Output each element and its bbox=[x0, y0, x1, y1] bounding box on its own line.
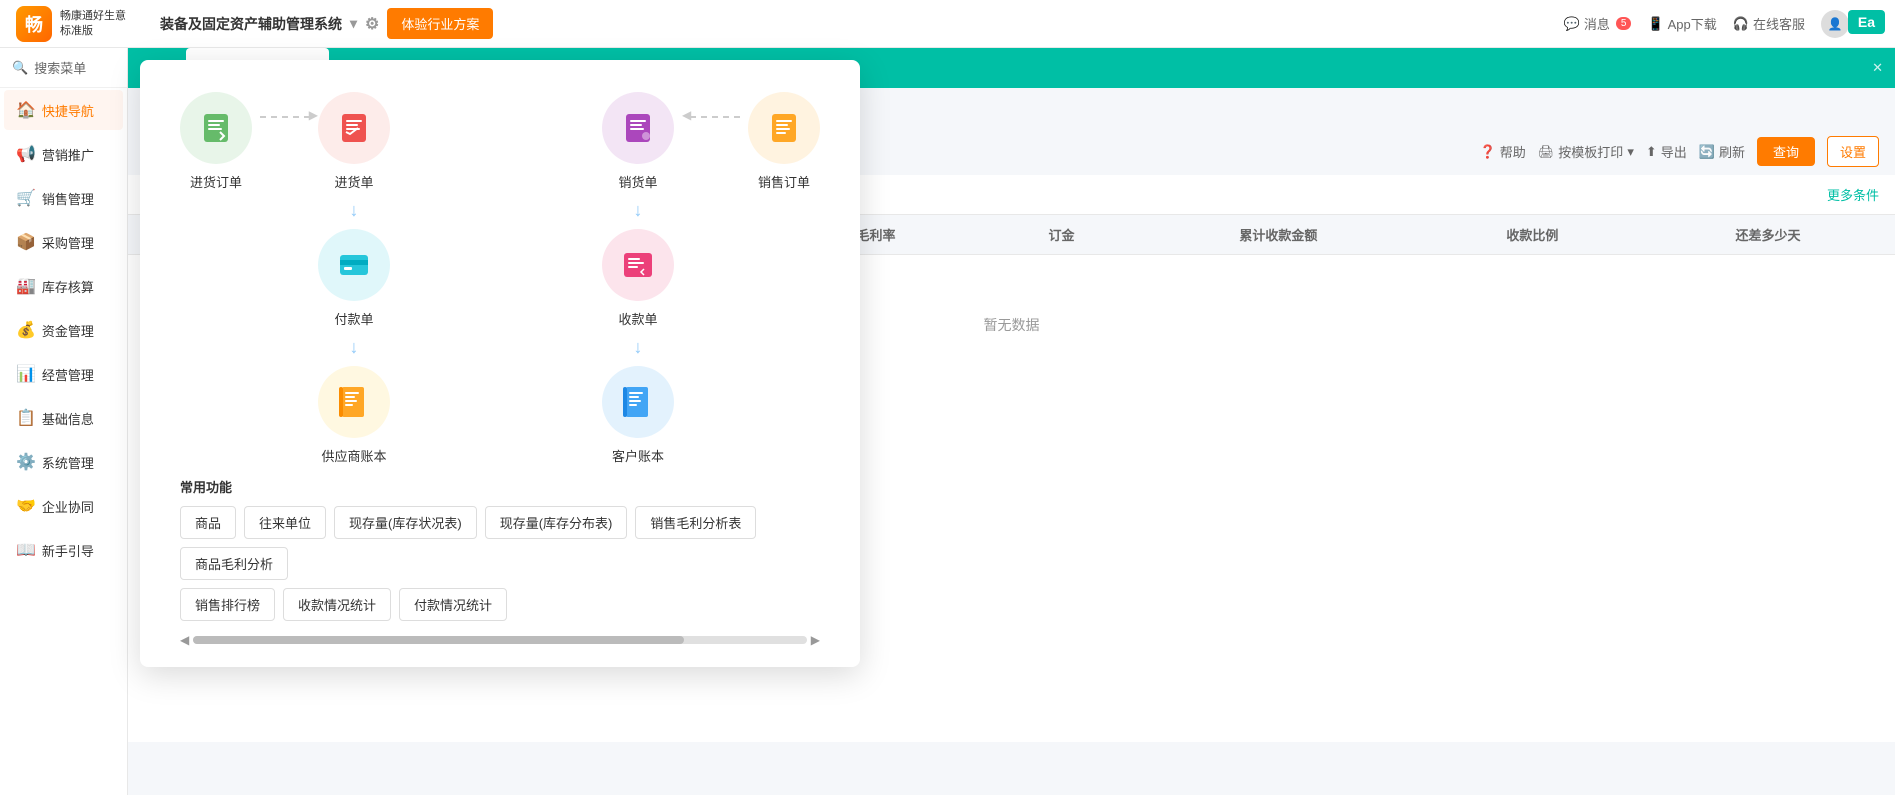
common-functions: 常用功能 商品 往来单位 现存量(库存状况表) 现存量(库存分布表) 销售毛利分… bbox=[180, 477, 820, 621]
flow-col-2: 进货单 ↓ 付款单 ↓ 供应商账本 bbox=[318, 92, 390, 465]
quick-guide-popup: 进货订单 进货单 ↓ 付款单 bbox=[140, 60, 860, 667]
arrow-down-1: ↓ bbox=[350, 195, 359, 225]
arrow-down-4: ↓ bbox=[634, 332, 643, 362]
scroll-right-arrow[interactable]: ▶ bbox=[811, 633, 820, 647]
arrow-purchase bbox=[252, 116, 318, 118]
func-btn-products[interactable]: 商品 bbox=[180, 506, 236, 539]
func-btn-inventory-status[interactable]: 现存量(库存状况表) bbox=[334, 506, 477, 539]
common-functions-title: 常用功能 bbox=[180, 477, 820, 496]
func-btn-counterparty[interactable]: 往来单位 bbox=[244, 506, 326, 539]
scroll-track[interactable] bbox=[193, 636, 807, 644]
flow-node-sale-bill[interactable]: 销货单 bbox=[602, 92, 674, 191]
func-buttons-row1: 商品 往来单位 现存量(库存状况表) 现存量(库存分布表) 销售毛利分析表 商品… bbox=[180, 506, 820, 580]
purchase-order-circle bbox=[180, 92, 252, 164]
flow-node-sale-order[interactable]: 销售订单 bbox=[748, 92, 820, 191]
sale-order-circle bbox=[748, 92, 820, 164]
func-btn-payment-stats[interactable]: 付款情况统计 bbox=[399, 588, 507, 621]
func-btn-product-gross[interactable]: 商品毛利分析 bbox=[180, 547, 288, 580]
flow-diagram: 进货订单 进货单 ↓ 付款单 bbox=[180, 92, 820, 465]
arrow-sale-order bbox=[682, 116, 748, 118]
scroll-bar-area: ◀ ▶ bbox=[180, 633, 820, 647]
arrow-down-3: ↓ bbox=[634, 195, 643, 225]
flow-node-customer-ledger[interactable]: 客户账本 bbox=[602, 366, 674, 465]
func-btn-receipt-stats[interactable]: 收款情况统计 bbox=[283, 588, 391, 621]
flow-node-purchase-bill[interactable]: 进货单 bbox=[318, 92, 390, 191]
func-btn-sales-rank[interactable]: 销售排行榜 bbox=[180, 588, 275, 621]
flow-node-purchase-order[interactable]: 进货订单 bbox=[180, 92, 252, 191]
flow-node-receipt[interactable]: 收款单 bbox=[602, 229, 674, 328]
func-buttons-row2: 销售排行榜 收款情况统计 付款情况统计 bbox=[180, 588, 820, 621]
flow-node-supplier-ledger[interactable]: 供应商账本 bbox=[318, 366, 390, 465]
func-btn-inventory-dist[interactable]: 现存量(库存分布表) bbox=[485, 506, 628, 539]
flow-col-4: 销货单 ↓ 收款单 ↓ 客户账本 bbox=[602, 92, 674, 465]
flow-node-payment[interactable]: 付款单 bbox=[318, 229, 390, 328]
quick-guide-overlay: 进货订单 进货单 ↓ 付款单 bbox=[0, 0, 1895, 795]
func-btn-sales-gross[interactable]: 销售毛利分析表 bbox=[635, 506, 756, 539]
ea-badge: Ea bbox=[1848, 10, 1885, 34]
scroll-left-arrow[interactable]: ◀ bbox=[180, 633, 189, 647]
arrow-down-2: ↓ bbox=[350, 332, 359, 362]
